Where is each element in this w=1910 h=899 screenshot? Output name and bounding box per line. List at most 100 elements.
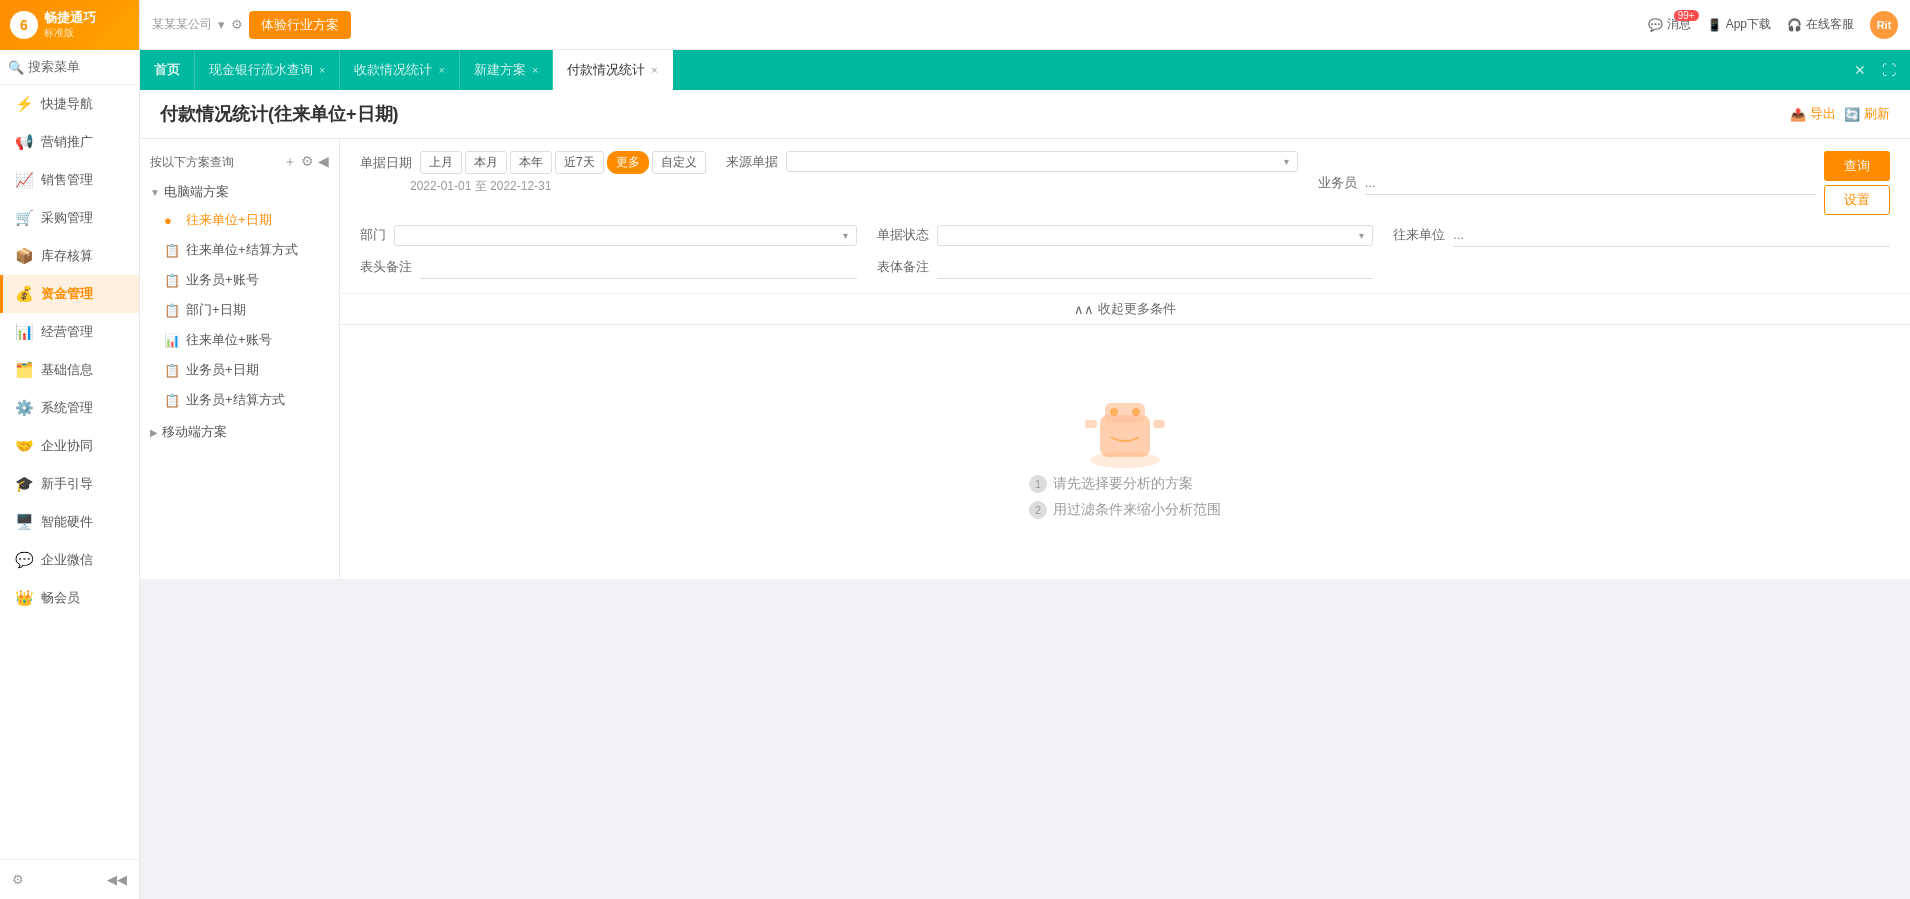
- tab-home-label: 首页: [154, 61, 180, 79]
- export-btn[interactable]: 📤 导出: [1790, 105, 1836, 123]
- maximize-btn[interactable]: ⛶: [1876, 60, 1902, 80]
- partner-input[interactable]: [1453, 223, 1890, 247]
- dept-select[interactable]: ▾: [394, 225, 857, 246]
- sidebar-item-cooperation[interactable]: 🤝 企业协同: [0, 427, 139, 465]
- online-service-btn[interactable]: 🎧 在线客服: [1787, 16, 1854, 33]
- sidebar-item-label: 经营管理: [41, 323, 93, 341]
- date-btn-this-month[interactable]: 本月: [465, 151, 507, 174]
- tab-bank-flow-close[interactable]: ×: [319, 64, 325, 76]
- dept-label: 部门: [360, 226, 386, 244]
- sidebar-item-marketing[interactable]: 📢 营销推广: [0, 123, 139, 161]
- trial-industry-btn[interactable]: 体验行业方案: [249, 11, 351, 39]
- settings-btn[interactable]: 设置: [1824, 185, 1890, 215]
- sidebar-item-finance[interactable]: 💰 资金管理: [0, 275, 139, 313]
- sidebar-item-label: 采购管理: [41, 209, 93, 227]
- refresh-btn[interactable]: 🔄 刷新: [1844, 105, 1890, 123]
- scheme-item-partner-account[interactable]: 📊 往来单位+账号: [140, 325, 339, 355]
- sidebar-item-guide[interactable]: 🎓 新手引导: [0, 465, 139, 503]
- date-btn-this-year[interactable]: 本年: [510, 151, 552, 174]
- sidebar-item-wechat[interactable]: 💬 企业微信: [0, 541, 139, 579]
- page-title: 付款情况统计(往来单位+日期): [160, 102, 399, 126]
- settings-footer-btn[interactable]: ⚙: [8, 868, 28, 891]
- salesperson-input[interactable]: [1365, 171, 1816, 195]
- sidebar-item-inventory[interactable]: 📦 库存核算: [0, 237, 139, 275]
- main-right-area: 单据日期 上月 本月 本年 近7天 更多 自定义: [340, 139, 1910, 579]
- query-btn[interactable]: 查询: [1824, 151, 1890, 181]
- sidebar-item-operation[interactable]: 📊 经营管理: [0, 313, 139, 351]
- add-scheme-btn[interactable]: ＋: [283, 153, 297, 171]
- topbar-settings-btn[interactable]: ⚙: [231, 17, 243, 32]
- tab-receipt-stats[interactable]: 收款情况统计 ×: [340, 50, 459, 90]
- dept-arrow-icon: ▾: [843, 230, 848, 241]
- table-body-note-field: 表体备注: [877, 255, 1374, 279]
- scheme-item-partner-settle[interactable]: 📋 往来单位+结算方式: [140, 235, 339, 265]
- date-btn-7days[interactable]: 近7天: [555, 151, 604, 174]
- sidebar-item-sales[interactable]: 📈 销售管理: [0, 161, 139, 199]
- svg-rect-6: [1153, 420, 1165, 428]
- tab-new-scheme-label: 新建方案: [474, 61, 526, 79]
- sidebar-item-quick-nav[interactable]: ⚡ 快捷导航: [0, 85, 139, 123]
- quick-nav-icon: ⚡: [15, 95, 33, 113]
- date-btn-custom[interactable]: 自定义: [652, 151, 706, 174]
- scheme-chart-icon: 📊: [164, 333, 180, 348]
- empty-filter-cell: [1393, 255, 1890, 279]
- tab-bank-flow[interactable]: 现金银行流水查询 ×: [195, 50, 340, 90]
- scheme-item-partner-date[interactable]: ● 往来单位+日期: [140, 205, 339, 235]
- table-head-note-input[interactable]: [420, 255, 857, 279]
- tab-new-scheme-close[interactable]: ×: [532, 64, 538, 76]
- collapse-panel-btn[interactable]: ◀: [318, 153, 329, 171]
- system-icon: ⚙️: [15, 399, 33, 417]
- scheme-item-staff-settle[interactable]: 📋 业务员+结算方式: [140, 385, 339, 415]
- search-menu-label: 搜索菜单: [28, 58, 80, 76]
- message-icon: 💬: [1648, 18, 1663, 32]
- filter-bar: 单据日期 上月 本月 本年 近7天 更多 自定义: [340, 139, 1910, 325]
- mobile-schemes: ▶ 移动端方案: [140, 419, 339, 445]
- scheme-item-staff-date[interactable]: 📋 业务员+日期: [140, 355, 339, 385]
- sidebar-item-label: 基础信息: [41, 361, 93, 379]
- sidebar-item-hardware[interactable]: 🖥️ 智能硬件: [0, 503, 139, 541]
- sidebar-item-system[interactable]: ⚙️ 系统管理: [0, 389, 139, 427]
- bill-status-arrow-icon: ▾: [1359, 230, 1364, 241]
- scheme-item-label: 往来单位+结算方式: [186, 241, 298, 259]
- messages-btn[interactable]: 💬 消息 99+: [1648, 16, 1691, 33]
- desktop-schemes-header[interactable]: ▼ 电脑端方案: [140, 179, 339, 205]
- tab-payment-stats-label: 付款情况统计: [567, 61, 645, 79]
- tab-receipt-stats-close[interactable]: ×: [438, 64, 444, 76]
- source-bill-field: 来源单据 ▾: [726, 151, 1298, 172]
- company-dropdown-btn[interactable]: ▾: [218, 17, 225, 32]
- sidebar-item-basic-info[interactable]: 🗂️ 基础信息: [0, 351, 139, 389]
- partner-label: 往来单位: [1393, 226, 1445, 244]
- tab-payment-stats-close[interactable]: ×: [651, 64, 657, 76]
- tab-new-scheme[interactable]: 新建方案 ×: [460, 50, 553, 90]
- table-body-note-input[interactable]: [937, 255, 1374, 279]
- scheme-item-dept-date[interactable]: 📋 部门+日期: [140, 295, 339, 325]
- source-bill-select[interactable]: ▾: [786, 151, 1298, 172]
- date-btn-last-month[interactable]: 上月: [420, 151, 462, 174]
- page-actions: 📤 导出 🔄 刷新: [1790, 105, 1890, 123]
- sidebar-item-purchase[interactable]: 🛒 采购管理: [0, 199, 139, 237]
- desktop-arrow-icon: ▼: [150, 187, 160, 198]
- messages-badge: 99+: [1674, 10, 1699, 21]
- dept-field: 部门 ▾: [360, 223, 857, 247]
- collapse-more-btn[interactable]: ∧∧ 收起更多条件: [340, 293, 1910, 324]
- date-field: 单据日期 上月 本月 本年 近7天 更多 自定义: [360, 151, 706, 195]
- tab-payment-stats[interactable]: 付款情况统计 ×: [553, 50, 672, 90]
- tab-bank-flow-label: 现金银行流水查询: [209, 61, 313, 79]
- bill-status-select[interactable]: ▾: [937, 225, 1374, 246]
- close-all-tabs-btn[interactable]: ✕: [1848, 60, 1872, 80]
- mobile-schemes-header[interactable]: ▶ 移动端方案: [140, 419, 339, 445]
- user-avatar[interactable]: Rit: [1870, 11, 1898, 39]
- tab-home[interactable]: 首页: [140, 50, 195, 90]
- collapse-sidebar-btn[interactable]: ◀◀: [103, 868, 131, 891]
- empty-icon: [1075, 385, 1175, 465]
- date-btn-more[interactable]: 更多: [607, 151, 649, 174]
- app-download-btn[interactable]: 📱 App下载: [1707, 16, 1771, 33]
- page-header: 付款情况统计(往来单位+日期) 📤 导出 🔄 刷新: [140, 90, 1910, 139]
- empty-robot-svg: [1075, 385, 1175, 475]
- scheme-table-icon5: 📋: [164, 393, 180, 408]
- date-label: 单据日期: [360, 154, 412, 172]
- scheme-item-staff-account[interactable]: 📋 业务员+账号: [140, 265, 339, 295]
- search-menu[interactable]: 🔍 搜索菜单: [0, 50, 139, 85]
- sidebar-item-vip[interactable]: 👑 畅会员: [0, 579, 139, 617]
- scheme-settings-btn[interactable]: ⚙: [301, 153, 314, 171]
